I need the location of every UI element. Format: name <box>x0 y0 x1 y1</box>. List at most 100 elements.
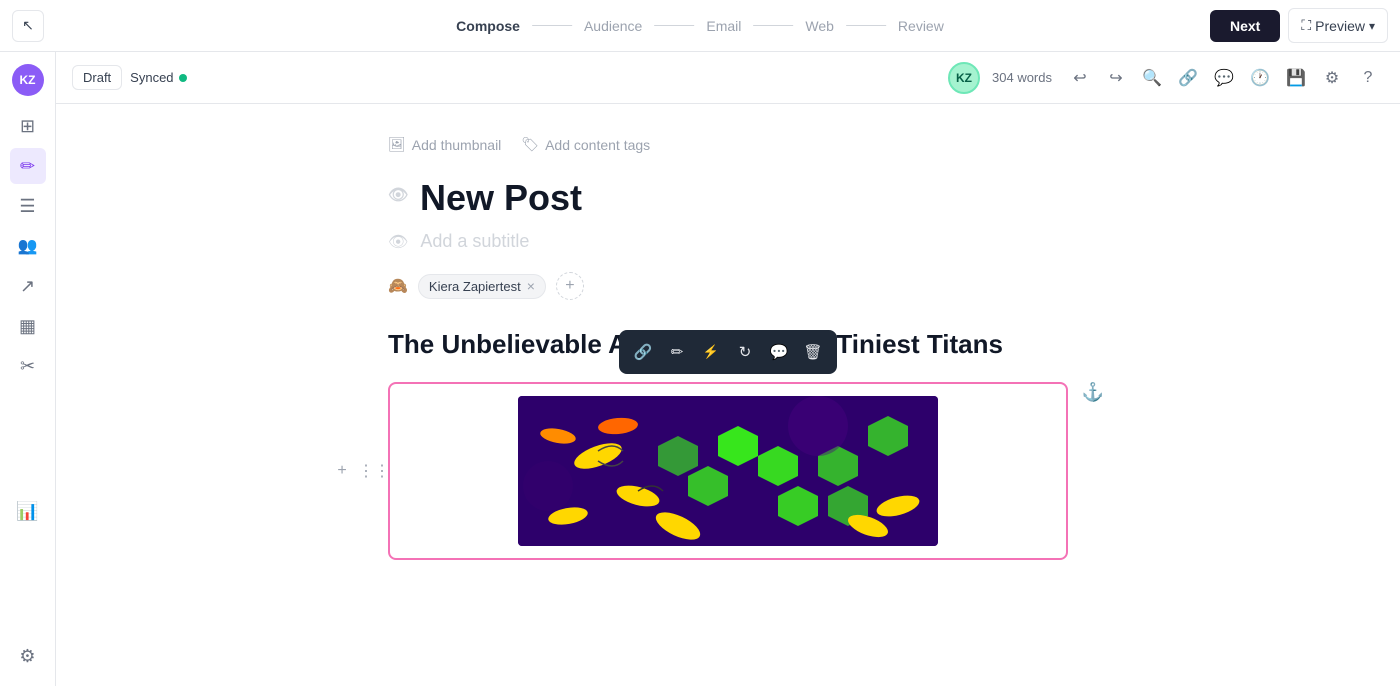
author-tag: Kiera Zapiertest × <box>418 274 546 299</box>
user-initials: KZ <box>956 71 972 85</box>
step-compose[interactable]: Compose <box>456 18 520 34</box>
content-area: Draft Synced KZ 304 words ↩ ↪ 🔍 🔗 💬 🕐 💾 … <box>56 52 1400 686</box>
step-email[interactable]: Email <box>706 18 741 34</box>
main-layout: KZ ⊞ ✏ ☰ 👥 ↗ ▦ ✂ 📊 ⚙ <box>0 52 1400 686</box>
preview-button[interactable]: ⛶ Preview ▾ <box>1288 8 1388 43</box>
synced-dot-icon <box>179 74 187 82</box>
editor-area: 🖼 Add thumbnail 🏷 Add content tags 👁 New… <box>56 104 1400 686</box>
block-controls: + ⋮⋮ <box>328 457 388 485</box>
step-review-label: Review <box>898 18 944 34</box>
nav-steps: Compose Audience Email Web Review <box>456 18 944 34</box>
authors-visibility-icon: 🙈 <box>388 276 408 296</box>
help-button[interactable]: ? <box>1352 62 1384 94</box>
add-thumbnail-label: Add thumbnail <box>412 137 502 153</box>
nav-divider-3 <box>753 25 793 26</box>
ft-delete-button[interactable]: 🗑 <box>797 336 829 368</box>
redo-button[interactable]: ↪ <box>1100 62 1132 94</box>
post-title-text: New Post <box>420 177 582 218</box>
image-block[interactable] <box>388 382 1068 560</box>
avatar[interactable]: KZ <box>12 64 44 96</box>
ft-settings-button[interactable]: ⚡ <box>695 336 727 368</box>
search-button[interactable]: 🔍 <box>1136 62 1168 94</box>
sidebar-item-compose[interactable]: ✏ <box>10 148 46 184</box>
top-navigation: ↖ Compose Audience Email Web Review Next… <box>0 0 1400 52</box>
post-title-row: 👁 New Post <box>388 177 1068 219</box>
step-email-label: Email <box>706 18 741 34</box>
add-content-tags-button[interactable]: 🏷 Add content tags <box>521 136 650 153</box>
history-button[interactable]: 🕐 <box>1244 62 1276 94</box>
tune-button[interactable]: ⚙ <box>1316 62 1348 94</box>
draft-button[interactable]: Draft <box>72 65 122 90</box>
toolbar-right: KZ 304 words ↩ ↪ 🔍 🔗 💬 🕐 💾 ⚙ ? <box>948 62 1384 94</box>
nav-divider-2 <box>654 25 694 26</box>
step-web-label: Web <box>805 18 834 34</box>
tag-icon: 🏷 <box>521 136 539 153</box>
editor-inner: 🖼 Add thumbnail 🏷 Add content tags 👁 New… <box>388 136 1068 576</box>
drag-block-button[interactable]: ⋮⋮ <box>360 457 388 485</box>
nav-left: ↖ <box>12 10 44 42</box>
floating-toolbar: 🔗 ✏ ⚡ ↻ 💬 🗑 <box>619 330 837 374</box>
step-audience-label: Audience <box>584 18 642 34</box>
authors-row: 🙈 Kiera Zapiertest × + <box>388 272 1068 300</box>
link-button[interactable]: 🔗 <box>1172 62 1204 94</box>
word-count: 304 words <box>992 70 1052 85</box>
step-web[interactable]: Web <box>805 18 834 34</box>
compose-icon: ✏ <box>20 156 35 177</box>
visibility-icon[interactable]: 👁 <box>388 185 408 205</box>
add-thumbnail-button[interactable]: 🖼 Add thumbnail <box>388 136 501 153</box>
add-content-tags-label: Add content tags <box>545 137 650 153</box>
subtitle-input[interactable]: Add a subtitle <box>420 231 529 252</box>
anchor-icon[interactable]: ⚓ <box>1082 382 1104 403</box>
sidebar-item-analytics[interactable]: 📊 <box>10 493 46 529</box>
analytics-icon: 📊 <box>16 501 38 522</box>
ft-link-button[interactable]: 🔗 <box>627 336 659 368</box>
step-audience[interactable]: Audience <box>584 18 642 34</box>
grid-icon: ⊞ <box>20 116 35 137</box>
add-block-button[interactable]: + <box>328 457 356 485</box>
ft-edit-button[interactable]: ✏ <box>661 336 693 368</box>
secondary-toolbar: Draft Synced KZ 304 words ↩ ↪ 🔍 🔗 💬 🕐 💾 … <box>56 52 1400 104</box>
subtitle-visibility-icon: 👁 <box>388 232 408 252</box>
members-icon: 👥 <box>18 236 38 256</box>
image-block-wrapper: + ⋮⋮ 🔗 ✏ ⚡ ↻ 💬 🗑 ⚓ <box>388 382 1068 560</box>
user-avatar: KZ <box>948 62 980 94</box>
ft-refresh-button[interactable]: ↻ <box>729 336 761 368</box>
sidebar-item-pages[interactable]: ☰ <box>10 188 46 224</box>
image-icon: 🖼 <box>388 136 406 153</box>
back-button[interactable]: ↖ <box>12 10 44 42</box>
comment-button[interactable]: 💬 <box>1208 62 1240 94</box>
next-button[interactable]: Next <box>1210 10 1280 42</box>
design-icon: ✂ <box>20 356 35 377</box>
sidebar-item-members[interactable]: 👥 <box>10 228 46 264</box>
synced-status: Synced <box>130 70 186 85</box>
undo-button[interactable]: ↩ <box>1064 62 1096 94</box>
subtitle-row: 👁 Add a subtitle <box>388 231 1068 252</box>
sidebar: KZ ⊞ ✏ ☰ 👥 ↗ ▦ ✂ 📊 ⚙ <box>0 52 56 686</box>
add-author-button[interactable]: + <box>556 272 584 300</box>
nav-divider-4 <box>846 25 886 26</box>
insect-image-svg <box>518 396 938 546</box>
expand-icon: ⛶ <box>1301 17 1311 34</box>
preview-label: Preview <box>1315 18 1365 34</box>
sidebar-item-grid[interactable]: ⊞ <box>10 108 46 144</box>
meta-row: 🖼 Add thumbnail 🏷 Add content tags <box>388 136 1068 153</box>
settings-icon: ⚙ <box>19 646 35 667</box>
ft-comment-button[interactable]: 💬 <box>763 336 795 368</box>
avatar-initials: KZ <box>20 73 36 87</box>
save-button[interactable]: 💾 <box>1280 62 1312 94</box>
step-compose-label: Compose <box>456 18 520 34</box>
growth-icon: ↗ <box>20 276 35 297</box>
synced-label: Synced <box>130 70 173 85</box>
sidebar-item-design[interactable]: ✂ <box>10 348 46 384</box>
step-review[interactable]: Review <box>898 18 944 34</box>
sidebar-item-settings[interactable]: ⚙ <box>10 638 46 674</box>
pages-icon: ☰ <box>19 196 35 217</box>
image-canvas <box>518 396 938 546</box>
post-title-input[interactable]: New Post <box>420 177 1068 219</box>
sidebar-item-growth[interactable]: ↗ <box>10 268 46 304</box>
chevron-down-icon: ▾ <box>1369 19 1375 33</box>
author-name: Kiera Zapiertest <box>429 279 521 294</box>
nav-divider-1 <box>532 25 572 26</box>
remove-author-button[interactable]: × <box>527 279 535 293</box>
sidebar-item-media[interactable]: ▦ <box>10 308 46 344</box>
